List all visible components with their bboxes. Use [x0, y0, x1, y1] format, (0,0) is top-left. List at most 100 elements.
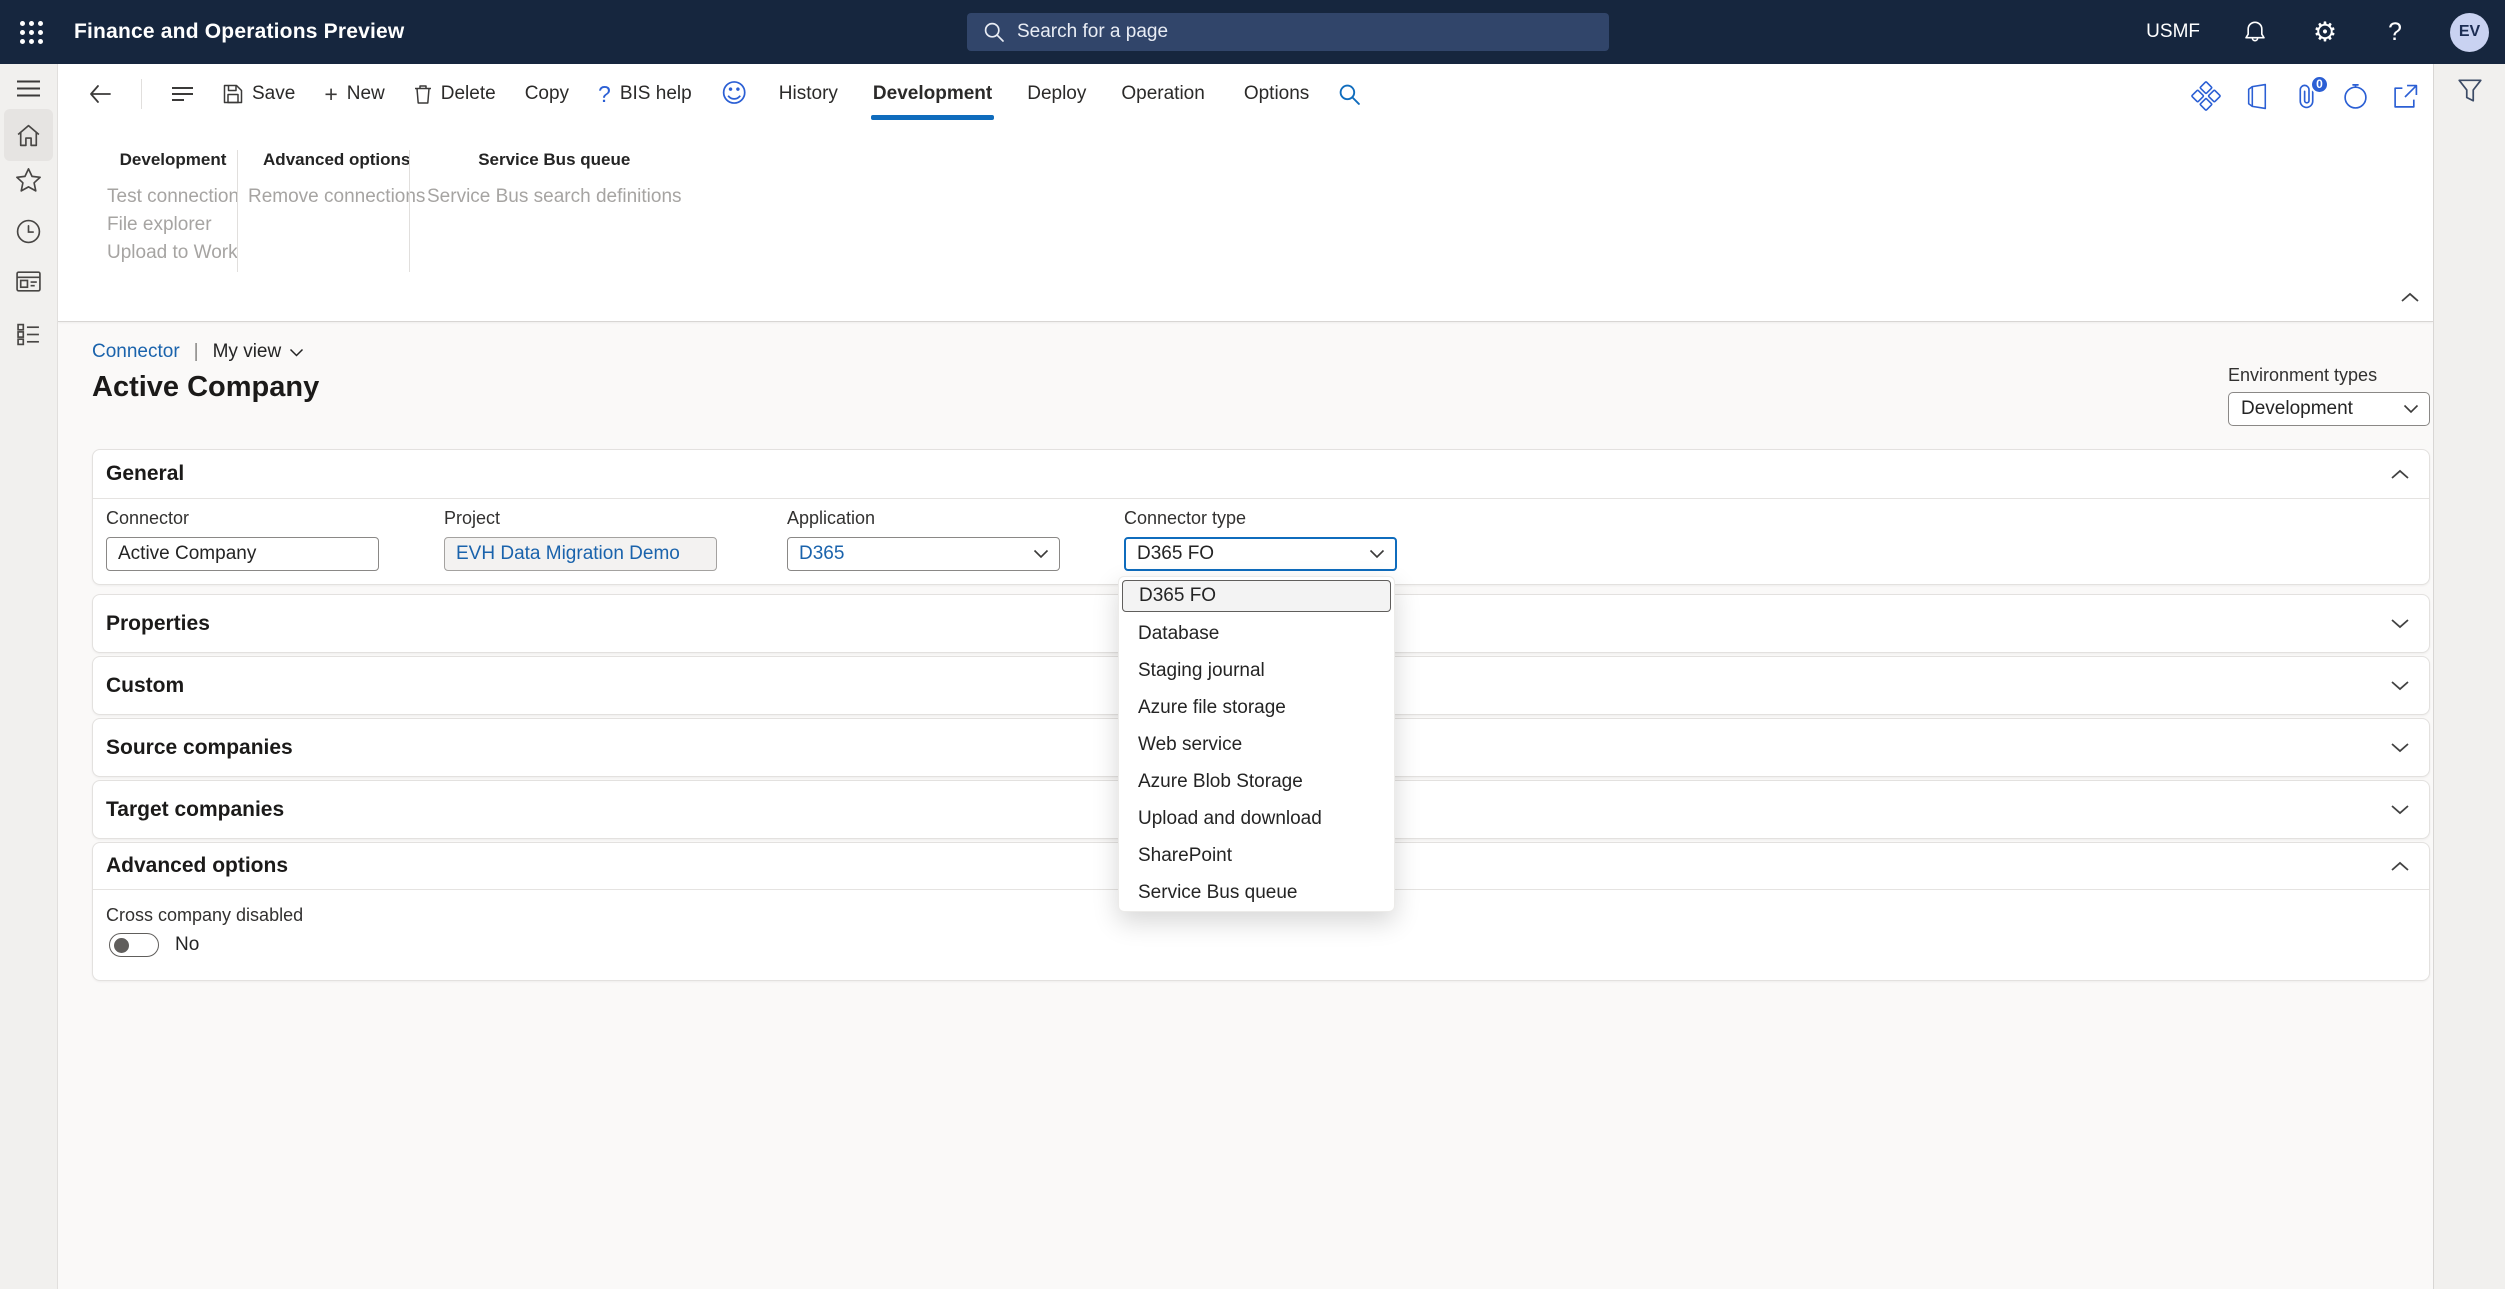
- new-button[interactable]: + New: [324, 83, 384, 106]
- global-search-input[interactable]: Search for a page: [967, 13, 1609, 51]
- attachments-button[interactable]: 0: [2294, 83, 2319, 110]
- nav-workspaces-button[interactable]: [0, 260, 57, 302]
- nav-recent-button[interactable]: [0, 210, 57, 252]
- tab-deploy[interactable]: Deploy: [1025, 77, 1088, 111]
- collapse-lines-button[interactable]: [171, 86, 194, 102]
- dropdown-option-d365-fo[interactable]: D365 FO: [1122, 580, 1391, 612]
- delete-button[interactable]: Delete: [414, 83, 496, 105]
- cross-company-toggle-row: No: [109, 933, 199, 957]
- section-general-header[interactable]: General: [93, 450, 2429, 498]
- filter-panel-button[interactable]: [2456, 76, 2484, 104]
- environment-types-select[interactable]: Development: [2228, 392, 2430, 426]
- connector-value: Active Company: [118, 543, 256, 565]
- cross-company-toggle[interactable]: [109, 933, 159, 957]
- breadcrumb-record-link[interactable]: Connector: [92, 341, 180, 363]
- page-title: Active Company: [92, 371, 319, 404]
- application-label: Application: [787, 508, 1060, 529]
- chevron-down-icon: [2403, 404, 2419, 414]
- feedback-button[interactable]: ☺: [721, 81, 748, 107]
- bis-help-button[interactable]: ? BIS help: [598, 83, 692, 106]
- command-bar: Save + New Delete Copy ? BIS help ☺ Hist…: [58, 64, 2433, 124]
- section-header-divider: [93, 498, 2429, 499]
- service-bus-search-definitions-button[interactable]: Service Bus search definitions: [427, 183, 682, 211]
- smiley-icon: ☺: [721, 81, 748, 107]
- environment-types-field: Environment types Development: [2228, 365, 2430, 426]
- copy-button[interactable]: Copy: [525, 83, 569, 105]
- nav-menu-button[interactable]: [0, 67, 57, 109]
- file-explorer-button[interactable]: File explorer: [107, 211, 239, 239]
- nav-modules-button[interactable]: [0, 313, 57, 355]
- toolbar-search-button[interactable]: [1338, 83, 1361, 106]
- ribbon-divider: [237, 150, 238, 272]
- section-expand-button[interactable]: [2387, 737, 2413, 759]
- ribbon-group-advanced-options: Advanced options Remove connections: [248, 150, 425, 211]
- ribbon-group-service-bus-queue: Service Bus queue Service Bus search def…: [427, 150, 682, 211]
- notifications-button[interactable]: [2240, 17, 2270, 47]
- tab-options[interactable]: Options: [1244, 83, 1309, 105]
- back-arrow-icon: [88, 84, 112, 104]
- refresh-button[interactable]: [2342, 83, 2369, 110]
- nav-favorites-button[interactable]: [0, 159, 57, 201]
- dropdown-option-service-bus-queue[interactable]: Service Bus queue: [1119, 874, 1394, 911]
- toggle-value: No: [175, 934, 199, 956]
- gear-icon: ⚙: [2313, 19, 2337, 46]
- project-input[interactable]: EVH Data Migration Demo: [444, 537, 717, 571]
- dropdown-option-upload-and-download[interactable]: Upload and download: [1119, 800, 1394, 837]
- environment-types-label: Environment types: [2228, 365, 2430, 386]
- chevron-down-icon: [2390, 742, 2410, 753]
- back-button[interactable]: [88, 84, 112, 104]
- open-in-new-window-button[interactable]: [2392, 83, 2419, 110]
- toggle-knob: [114, 938, 129, 953]
- home-icon: [15, 123, 42, 148]
- user-avatar[interactable]: EV: [2450, 13, 2489, 52]
- section-collapse-button[interactable]: [2387, 855, 2413, 877]
- tab-operation[interactable]: Operation: [1119, 77, 1206, 111]
- application-select[interactable]: D365: [787, 537, 1060, 571]
- task-list-icon: [16, 322, 41, 347]
- ribbon-divider: [409, 150, 410, 272]
- connector-label: Connector: [106, 508, 379, 529]
- chevron-up-icon: [2390, 861, 2410, 872]
- dropdown-option-azure-blob-storage[interactable]: Azure Blob Storage: [1119, 763, 1394, 800]
- waffle-icon: [20, 21, 43, 44]
- save-button[interactable]: Save: [223, 83, 295, 105]
- left-navigation-rail: [0, 64, 58, 1289]
- settings-button[interactable]: ⚙: [2310, 17, 2340, 47]
- view-selector[interactable]: My view: [213, 341, 305, 363]
- company-picker[interactable]: USMF: [2146, 21, 2200, 43]
- section-collapse-button[interactable]: [2387, 463, 2413, 485]
- section-general-title: General: [106, 462, 184, 486]
- ribbon-collapse-button[interactable]: [2397, 287, 2423, 307]
- upload-to-work-button[interactable]: Upload to Work: [107, 239, 239, 267]
- app-launcher-button[interactable]: [0, 0, 62, 64]
- application-value: D365: [799, 543, 844, 565]
- remove-connections-button[interactable]: Remove connections: [248, 183, 425, 211]
- command-panel: Save + New Delete Copy ? BIS help ☺ Hist…: [58, 64, 2433, 322]
- nav-home-button[interactable]: [0, 114, 57, 156]
- dropdown-option-azure-file-storage[interactable]: Azure file storage: [1119, 689, 1394, 726]
- tab-development[interactable]: Development: [871, 77, 994, 111]
- dropdown-option-web-service[interactable]: Web service: [1119, 726, 1394, 763]
- ribbon-group-title: Service Bus queue: [427, 150, 682, 170]
- connector-type-dropdown-list: D365 FO Database Staging journal Azure f…: [1118, 576, 1395, 912]
- test-connection-button[interactable]: Test connection: [107, 183, 239, 211]
- plus-icon: +: [324, 83, 337, 106]
- open-in-office-button[interactable]: [2244, 83, 2271, 110]
- connector-type-select[interactable]: D365 FO: [1124, 537, 1397, 571]
- help-icon: ?: [2388, 18, 2402, 47]
- help-button[interactable]: ?: [2380, 17, 2410, 47]
- ribbon-group-title: Advanced options: [248, 150, 425, 170]
- connector-input[interactable]: Active Company: [106, 537, 379, 571]
- dropdown-option-database[interactable]: Database: [1119, 615, 1394, 652]
- section-expand-button[interactable]: [2387, 799, 2413, 821]
- dropdown-option-sharepoint[interactable]: SharePoint: [1119, 837, 1394, 874]
- personalize-button[interactable]: [2191, 81, 2221, 111]
- section-expand-button[interactable]: [2387, 675, 2413, 697]
- open-in-new-icon: [2392, 83, 2419, 110]
- right-panel-rail: [2433, 64, 2505, 1289]
- star-icon: [15, 167, 42, 193]
- project-value: EVH Data Migration Demo: [456, 543, 680, 565]
- tab-history[interactable]: History: [777, 77, 840, 111]
- dropdown-option-staging-journal[interactable]: Staging journal: [1119, 652, 1394, 689]
- section-expand-button[interactable]: [2387, 613, 2413, 635]
